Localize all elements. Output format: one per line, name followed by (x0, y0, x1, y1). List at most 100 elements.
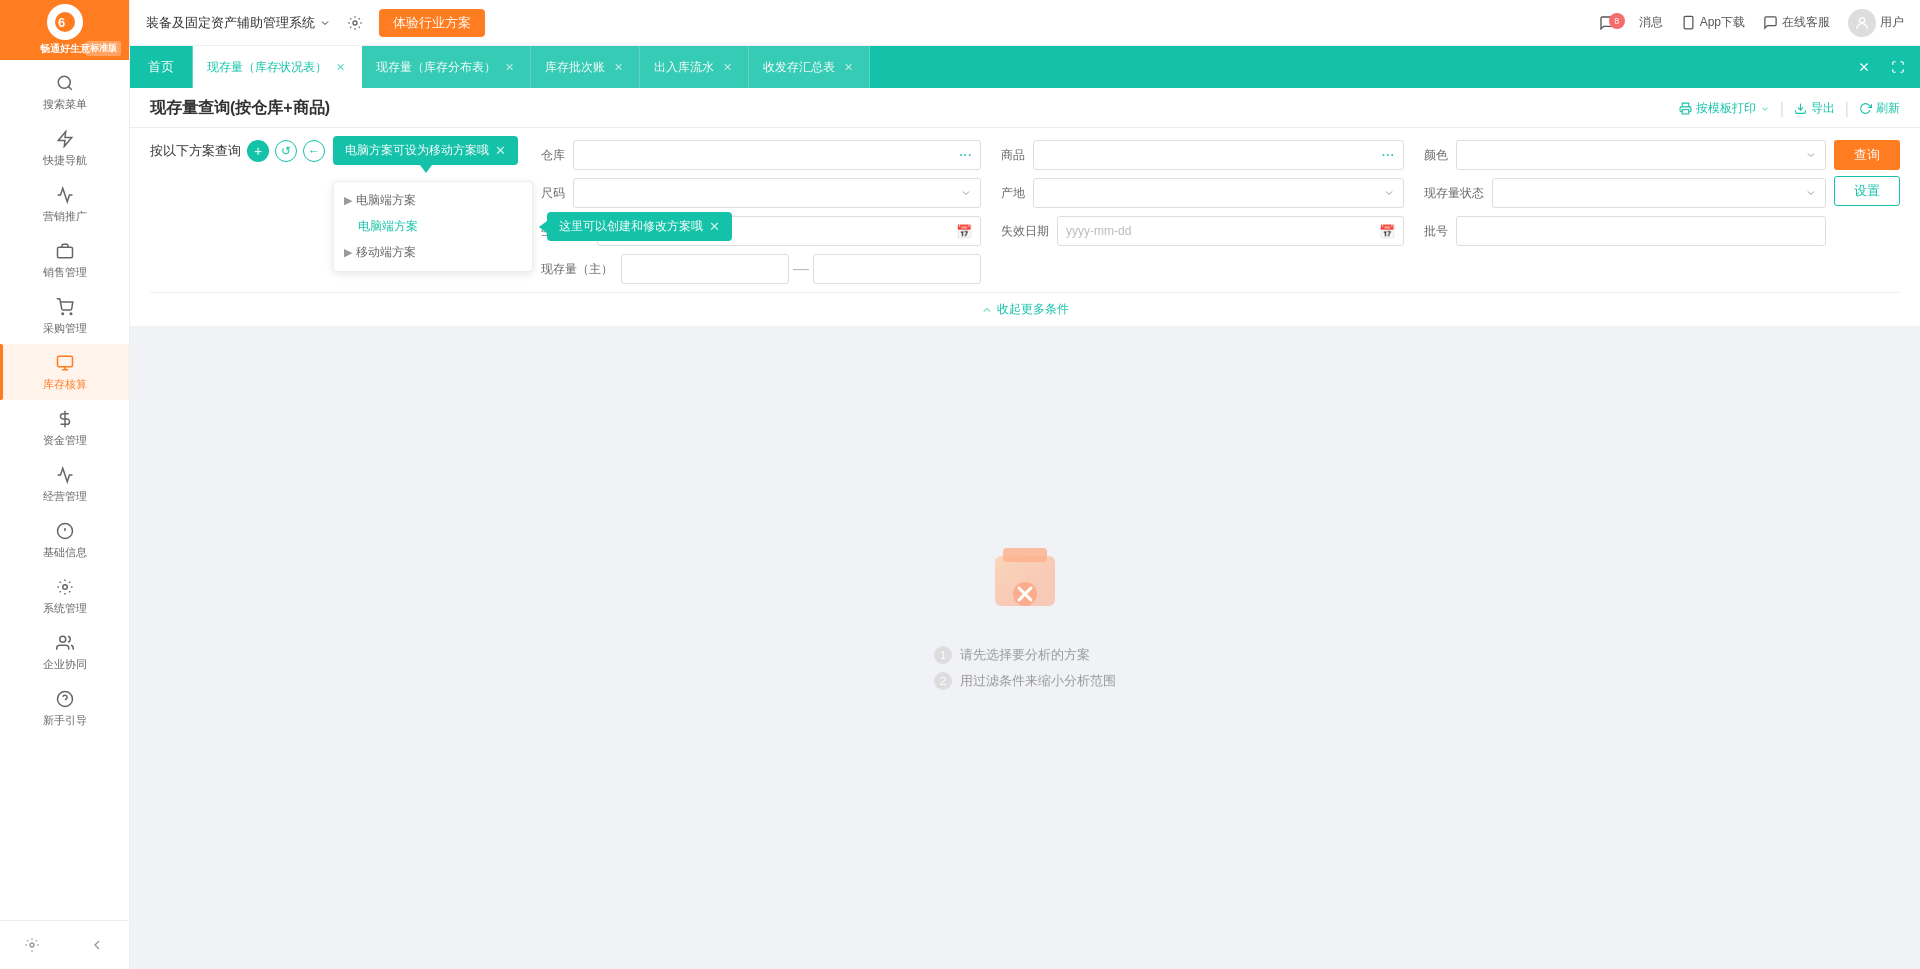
plan-category-mobile: ▶ 移动端方案 (334, 240, 532, 265)
sidebar-item-nav[interactable]: 快捷导航 (0, 120, 129, 176)
warehouse-dots-icon[interactable]: ··· (959, 146, 972, 164)
sidebar-item-collab[interactable]: 企业协同 (0, 624, 129, 680)
tip-num-1: 1 (934, 646, 952, 664)
color-select[interactable] (1456, 140, 1827, 170)
svg-line-3 (68, 86, 71, 89)
svg-rect-26 (1682, 110, 1689, 114)
stock-main-from[interactable] (621, 254, 789, 284)
mobile-expand-icon[interactable]: ▶ (344, 246, 352, 259)
sidebar-item-guide[interactable]: 新手引导 (0, 680, 129, 736)
filter-add-btn[interactable]: + (247, 140, 269, 162)
sidebar-item-marketing[interactable]: 营销推广 (0, 176, 129, 232)
desktop-expand-icon[interactable]: ▶ (344, 194, 352, 207)
sidebar-item-collab-label: 企业协同 (43, 657, 87, 672)
color-chevron-icon (1805, 149, 1817, 161)
template-print-btn[interactable]: 按模板打印 (1679, 100, 1770, 117)
stock-main-to[interactable] (813, 254, 981, 284)
stock-status-select[interactable] (1492, 178, 1827, 208)
management-icon (54, 464, 76, 486)
filter-form: 仓库 ··· 商品 ··· 颜色 (541, 136, 1826, 284)
origin-chevron-icon (1383, 187, 1395, 199)
tab-item-2[interactable]: 库存批次账 ✕ (531, 46, 640, 88)
tooltip-create-close[interactable]: ✕ (709, 219, 720, 234)
tab-item-3[interactable]: 出入库流水 ✕ (640, 46, 749, 88)
message-action[interactable]: 8 消息 (1599, 14, 1663, 31)
stock-icon (54, 352, 76, 374)
user-action[interactable]: 用户 (1848, 9, 1904, 37)
tooltip-desktop-close[interactable]: ✕ (495, 143, 506, 158)
tip-text-2: 用过滤条件来缩小分析范围 (960, 672, 1116, 690)
svg-point-19 (30, 943, 34, 947)
tab-item-4[interactable]: 收发存汇总表 ✕ (749, 46, 870, 88)
tab-expand-btn[interactable] (1884, 53, 1912, 81)
sidebar-item-purchase[interactable]: 采购管理 (0, 288, 129, 344)
plan-item-desktop-label: 电脑端方案 (358, 218, 418, 235)
sidebar-item-info[interactable]: 基础信息 (0, 512, 129, 568)
filter-refresh-btn[interactable]: ↺ (275, 140, 297, 162)
goods-input[interactable]: ··· (1033, 140, 1404, 170)
user-label: 用户 (1880, 14, 1904, 31)
sidebar-item-finance[interactable]: 资金管理 (0, 400, 129, 456)
sidebar-item-system[interactable]: 系统管理 (0, 568, 129, 624)
sidebar-item-stock[interactable]: 库存核算 (0, 344, 129, 400)
filter-group-warehouse: 仓库 ··· (541, 140, 981, 170)
content-area: 现存量查询(按仓库+商品) 按模板打印 | 导出 | 刷 (130, 88, 1920, 969)
sidebar-item-management[interactable]: 经营管理 (0, 456, 129, 512)
app-download-action[interactable]: App下载 (1681, 14, 1745, 31)
goods-dots-icon[interactable]: ··· (1381, 146, 1394, 164)
sidebar-item-sales-label: 销售管理 (43, 265, 87, 280)
sidebar-item-nav-label: 快捷导航 (43, 153, 87, 168)
tab-close-all-btn[interactable] (1850, 53, 1878, 81)
tab-close-2[interactable]: ✕ (611, 60, 625, 74)
svg-rect-29 (1003, 548, 1047, 562)
page-title-row: 现存量查询(按仓库+商品) 按模板打印 | 导出 | 刷 (150, 98, 1900, 127)
warehouse-input[interactable]: ··· (573, 140, 981, 170)
tab-close-0[interactable]: ✕ (333, 60, 347, 74)
tip-text-1: 请先选择要分析的方案 (960, 646, 1090, 664)
query-btn[interactable]: 查询 (1834, 140, 1900, 170)
logo: 6 畅通好生意 标准版 (0, 0, 129, 60)
plan-item-desktop[interactable]: 电脑端方案 (334, 213, 532, 240)
origin-select[interactable] (1033, 178, 1404, 208)
query-buttons: 查询 设置 (1834, 136, 1900, 206)
online-service-action[interactable]: 在线客服 (1763, 14, 1830, 31)
collapse-sidebar-icon[interactable] (83, 931, 111, 959)
tab-home[interactable]: 首页 (130, 46, 193, 88)
expiry-date-calendar-icon[interactable]: 📅 (1379, 224, 1395, 239)
tooltip-create: 这里可以创建和修改方案哦 ✕ (547, 212, 732, 241)
header-left: 装备及固定资产辅助管理系统 体验行业方案 (146, 9, 485, 37)
action-sep-1: | (1780, 100, 1784, 118)
export-btn[interactable]: 导出 (1794, 100, 1835, 117)
plan-category-desktop: ▶ 电脑端方案 (334, 188, 532, 213)
svg-text:6: 6 (58, 15, 65, 30)
expiry-date-input[interactable]: yyyy-mm-dd 📅 (1057, 216, 1404, 246)
tab-close-1[interactable]: ✕ (502, 60, 516, 74)
sidebar-item-sales[interactable]: 销售管理 (0, 232, 129, 288)
production-date-calendar-icon[interactable]: 📅 (956, 224, 972, 239)
filter-group-size: 尺码 (541, 178, 981, 208)
tab-close-3[interactable]: ✕ (720, 60, 734, 74)
batch-label: 批号 (1424, 223, 1448, 240)
message-badge: 8 (1609, 13, 1625, 29)
solution-button[interactable]: 体验行业方案 (379, 9, 485, 37)
color-label: 颜色 (1424, 147, 1448, 164)
refresh-btn[interactable]: 刷新 (1859, 100, 1900, 117)
batch-input[interactable] (1456, 216, 1827, 246)
page-title: 现存量查询(按仓库+商品) (150, 98, 330, 119)
collapse-btn[interactable]: 收起更多条件 (150, 292, 1900, 326)
sidebar-item-search[interactable]: 搜索菜单 (0, 64, 129, 120)
reset-btn[interactable]: 设置 (1834, 176, 1900, 206)
tab-label-1: 现存量（库存分布表） (376, 59, 496, 76)
tab-bar: 首页 现存量（库存状况表） ✕ 现存量（库存分布表） ✕ 库存批次账 ✕ 出入库… (130, 46, 1920, 88)
tab-item-1[interactable]: 现存量（库存分布表） ✕ (362, 46, 531, 88)
size-select[interactable] (573, 178, 981, 208)
system-selector[interactable]: 装备及固定资产辅助管理系统 (146, 14, 331, 32)
empty-tips: 1 请先选择要分析的方案 2 用过滤条件来缩小分析范围 (934, 646, 1116, 690)
filter-back-btn[interactable]: ← (303, 140, 325, 162)
settings-icon[interactable] (18, 931, 46, 959)
goods-label: 商品 (1001, 147, 1025, 164)
filter-group-stock-status: 现存量状态 (1424, 178, 1827, 208)
tab-item-0[interactable]: 现存量（库存状况表） ✕ (193, 46, 362, 88)
tab-close-4[interactable]: ✕ (841, 60, 855, 74)
settings-gear-btn[interactable] (341, 9, 369, 37)
